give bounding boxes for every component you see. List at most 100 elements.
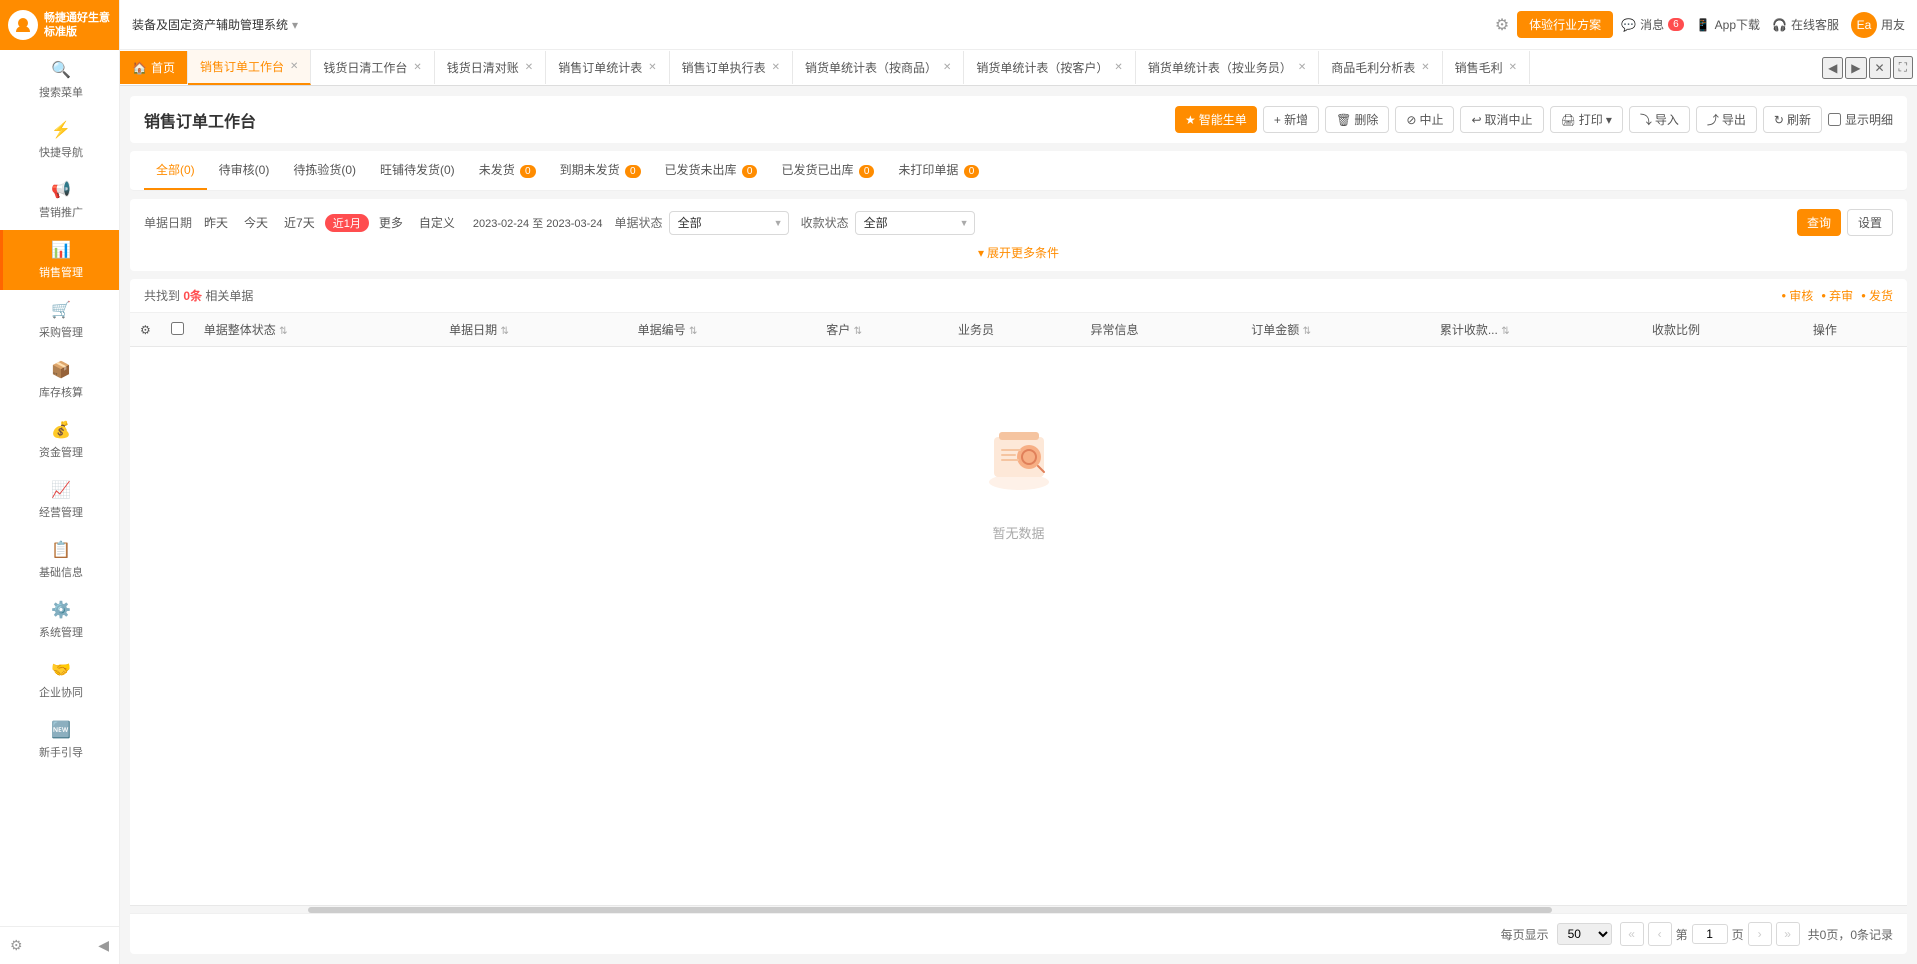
filter-tab-wangpu-pending[interactable]: 旺铺待发货(0): [368, 151, 467, 190]
filter-tab-pending-check[interactable]: 待拣验货(0): [281, 151, 368, 190]
online-service-button[interactable]: 🎧 在线客服: [1772, 16, 1839, 33]
sidebar-item-cooperation[interactable]: 🤝 企业协同: [0, 650, 119, 710]
page-size-select[interactable]: 50 10 20 100: [1557, 923, 1612, 945]
print-icon: 🖨: [1561, 113, 1576, 127]
tab-margin-analysis[interactable]: 商品毛利分析表 ✕: [1319, 51, 1442, 84]
message-button[interactable]: 💬 消息 6: [1621, 16, 1684, 33]
date-today-btn[interactable]: 今天: [238, 212, 274, 233]
sidebar-item-sales[interactable]: 📊 销售管理: [0, 230, 119, 290]
filter-tab-unprinted[interactable]: 未打印单据 0: [886, 151, 991, 190]
tab-close-icon[interactable]: ✕: [1114, 62, 1122, 73]
tab-home[interactable]: 🏠 首页: [120, 51, 188, 84]
horizontal-scrollbar[interactable]: [308, 907, 1552, 913]
sidebar-item-quick-nav[interactable]: ⚡ 快捷导航: [0, 110, 119, 170]
next-page-button[interactable]: ›: [1748, 922, 1772, 946]
show-detail-checkbox-label[interactable]: 显示明细: [1828, 111, 1893, 128]
ship-quick-btn[interactable]: 发货: [1861, 287, 1893, 304]
tab-close-icon[interactable]: ✕: [525, 62, 533, 73]
sidebar-item-search[interactable]: 🔍 搜索菜单: [0, 50, 119, 110]
tab-sales-person-stats[interactable]: 销货单统计表（按业务员） ✕: [1136, 51, 1319, 84]
filter-tab-all[interactable]: 全部(0): [144, 151, 207, 190]
industry-solution-button[interactable]: 体验行业方案: [1517, 11, 1613, 38]
tab-goods-stats[interactable]: 销货单统计表（按商品） ✕: [793, 51, 964, 84]
sidebar-item-inventory[interactable]: 📦 库存核算: [0, 350, 119, 410]
prev-page-button[interactable]: ‹: [1648, 922, 1672, 946]
export-button[interactable]: ⤴ 导出: [1696, 106, 1757, 133]
tab-close-icon[interactable]: ✕: [1509, 62, 1517, 73]
status-select[interactable]: 全部: [669, 211, 789, 235]
table-settings-icon[interactable]: ⚙: [140, 323, 151, 337]
filter-tab-shipped-not-out[interactable]: 已发货未出库 0: [653, 151, 770, 190]
select-all-checkbox[interactable]: [171, 322, 184, 335]
sidebar-settings-btn[interactable]: ⚙: [10, 937, 23, 954]
add-button[interactable]: + 新增: [1263, 106, 1319, 133]
tab-scroll-left-button[interactable]: ◀: [1822, 57, 1843, 79]
payment-select-wrapper: 全部: [855, 211, 975, 235]
app-download-button[interactable]: 📱 App下载: [1696, 16, 1760, 33]
th-customer: 客户 ⇅: [816, 313, 948, 347]
sidebar-item-guide[interactable]: 🆕 新手引导: [0, 710, 119, 770]
settings-button[interactable]: 设置: [1847, 209, 1893, 236]
first-page-button[interactable]: «: [1620, 922, 1644, 946]
import-button[interactable]: ⤵ 导入: [1629, 106, 1690, 133]
table-area: 共找到 0条 相关单据 审核 弃审 发货 ⚙: [130, 279, 1907, 954]
tab-close-icon[interactable]: ✕: [772, 62, 780, 73]
sidebar-collapse-btn[interactable]: ◀: [98, 937, 109, 954]
th-checkbox: [161, 313, 194, 347]
payment-select[interactable]: 全部: [855, 211, 975, 235]
empty-text: 暂无数据: [992, 523, 1044, 542]
expand-conditions-button[interactable]: ▾ 展开更多条件: [978, 244, 1059, 261]
filter-tab-unshipped[interactable]: 未发货 0: [467, 151, 548, 190]
filter-tab-overdue-unshipped[interactable]: 到期未发货 0: [548, 151, 653, 190]
sidebar-item-purchase[interactable]: 🛒 采购管理: [0, 290, 119, 350]
th-salesperson: 业务员: [948, 313, 1080, 347]
date-custom-btn[interactable]: 自定义: [413, 212, 461, 233]
tab-sales-margin[interactable]: 销售毛利 ✕: [1443, 51, 1530, 84]
search-row-1: 单据日期 昨天 今天 近7天 近1月 更多 自定义 2023-02-24 至 2…: [144, 209, 1893, 236]
tab-cash-daily[interactable]: 钱货日清工作台 ✕: [311, 51, 434, 84]
tab-close-icon[interactable]: ✕: [648, 62, 656, 73]
tab-order-stats[interactable]: 销售订单统计表 ✕: [546, 51, 669, 84]
sidebar-item-finance[interactable]: 💰 资金管理: [0, 410, 119, 470]
query-button[interactable]: 查询: [1797, 209, 1841, 236]
date-more-btn[interactable]: 更多: [373, 212, 409, 233]
date-1month-btn[interactable]: 近1月: [325, 214, 369, 232]
delete-button[interactable]: 🗑 删除: [1325, 106, 1389, 133]
stop-icon: ⊘: [1406, 113, 1416, 127]
filter-tab-pending-review[interactable]: 待审核(0): [207, 151, 282, 190]
tab-close-icon[interactable]: ✕: [290, 61, 298, 72]
date-yesterday-btn[interactable]: 昨天: [198, 212, 234, 233]
sidebar-item-operation[interactable]: 📈 经营管理: [0, 470, 119, 530]
page-title: 销售订单工作台: [144, 108, 256, 132]
refresh-button[interactable]: ↻ 刷新: [1763, 106, 1822, 133]
smart-create-button[interactable]: ★ 智能生单: [1175, 106, 1257, 133]
sidebar-item-marketing[interactable]: 📢 营销推广: [0, 170, 119, 230]
sidebar-item-basic-info[interactable]: 📋 基础信息: [0, 530, 119, 590]
tab-close-icon[interactable]: ✕: [413, 62, 421, 73]
tab-scroll-right-button[interactable]: ▶: [1845, 57, 1866, 79]
cancel-stop-button[interactable]: ↩ 取消中止: [1460, 106, 1543, 133]
tab-reconcile[interactable]: 钱货日清对账 ✕: [435, 51, 546, 84]
filter-tab-shipped-out[interactable]: 已发货已出库 0: [769, 151, 886, 190]
tab-close-icon[interactable]: ✕: [943, 62, 951, 73]
tab-maximize-button[interactable]: ⛶: [1893, 56, 1913, 79]
tab-sales-workbench[interactable]: 销售订单工作台 ✕: [188, 50, 311, 85]
tab-close-icon[interactable]: ✕: [1298, 62, 1306, 73]
print-button[interactable]: 🖨 打印 ▾: [1550, 106, 1623, 133]
review-quick-btn[interactable]: 审核: [1781, 287, 1813, 304]
last-page-button[interactable]: »: [1776, 922, 1800, 946]
tab-close-all-button[interactable]: ✕: [1869, 57, 1891, 79]
stop-button[interactable]: ⊘ 中止: [1395, 106, 1454, 133]
trend-icon: 📈: [51, 480, 71, 500]
avatar: Ea: [1851, 12, 1877, 38]
topbar-settings-icon[interactable]: ⚙: [1495, 15, 1509, 35]
user-menu[interactable]: Ea 用友: [1851, 12, 1905, 38]
page-number-input[interactable]: [1692, 924, 1728, 944]
tab-order-exec[interactable]: 销售订单执行表 ✕: [670, 51, 793, 84]
sidebar-item-system[interactable]: ⚙️ 系统管理: [0, 590, 119, 650]
tab-close-icon[interactable]: ✕: [1421, 62, 1429, 73]
reject-quick-btn[interactable]: 弃审: [1821, 287, 1853, 304]
date-7days-btn[interactable]: 近7天: [278, 212, 321, 233]
tab-customer-stats[interactable]: 销货单统计表（按客户） ✕: [964, 51, 1135, 84]
show-detail-checkbox[interactable]: [1828, 113, 1841, 126]
